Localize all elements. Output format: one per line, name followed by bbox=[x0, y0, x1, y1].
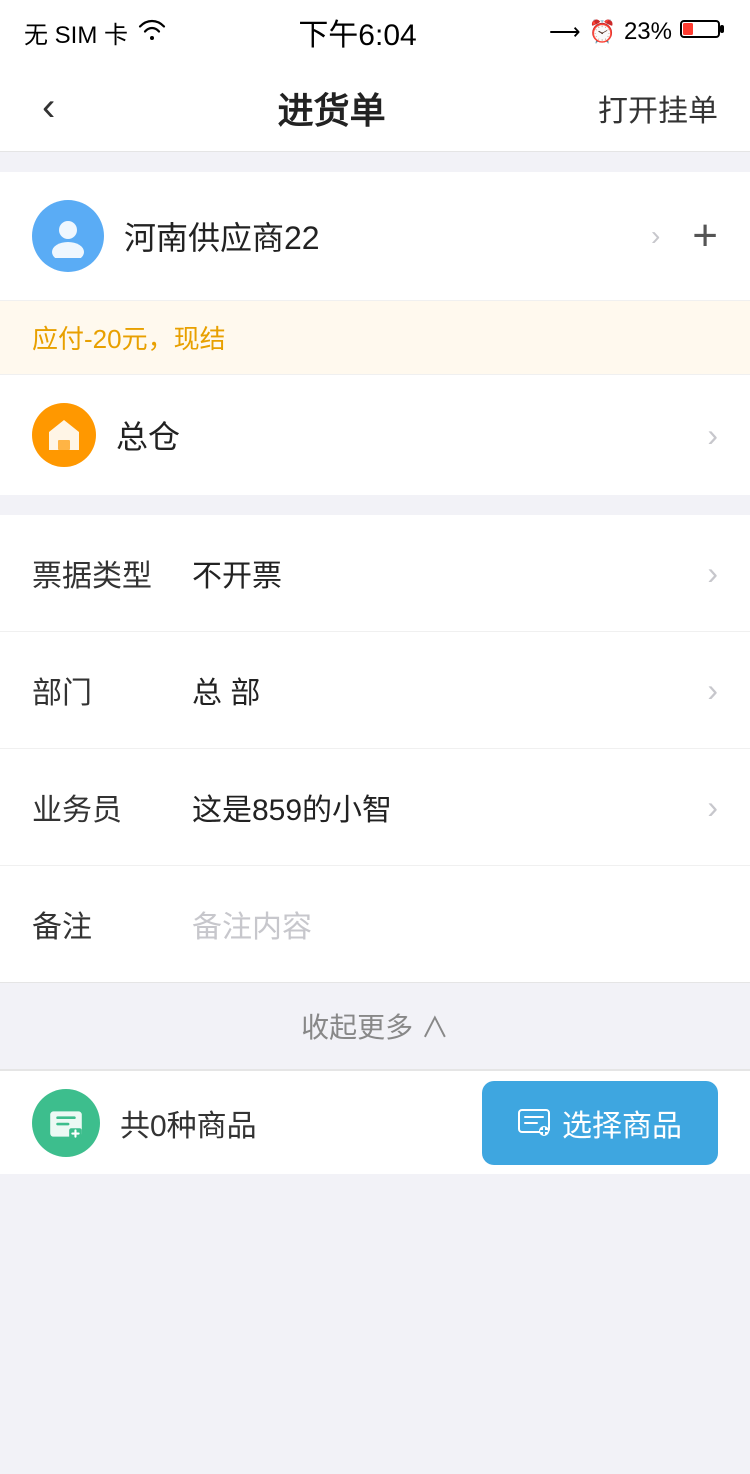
status-time: 下午6:04 bbox=[298, 10, 416, 54]
invoice-type-value: 不开票 bbox=[152, 551, 707, 595]
invoice-type-label: 票据类型 bbox=[32, 551, 152, 595]
battery-icon bbox=[680, 18, 726, 47]
section-gap-2 bbox=[0, 495, 750, 515]
warehouse-icon bbox=[32, 403, 96, 467]
supplier-row[interactable]: 河南供应商22 › + bbox=[0, 172, 750, 301]
department-row[interactable]: 部门 总 部 › bbox=[0, 632, 750, 749]
collapse-text: 收起更多 ∧ bbox=[301, 1006, 449, 1046]
warehouse-name: 总仓 bbox=[116, 412, 707, 458]
status-bar: 无 SIM 卡 下午6:04 ⟶ ⏰ 23% bbox=[0, 0, 750, 64]
salesperson-label: 业务员 bbox=[32, 785, 152, 829]
add-supplier-button[interactable]: + bbox=[692, 214, 718, 258]
bottom-bar: 共0种商品 选择商品 bbox=[0, 1070, 750, 1174]
empty-content-area bbox=[0, 1174, 750, 1474]
remark-row[interactable]: 备注 备注内容 bbox=[0, 866, 750, 982]
supplier-section: 河南供应商22 › + 应付-20元，现结 总仓 › bbox=[0, 172, 750, 495]
department-label: 部门 bbox=[32, 668, 152, 712]
page-title: 进货单 bbox=[278, 82, 386, 134]
notice-text: 应付-20元，现结 bbox=[32, 324, 226, 354]
supplier-avatar bbox=[32, 200, 104, 272]
supplier-chevron-icon: › bbox=[651, 220, 660, 252]
select-product-label: 选择商品 bbox=[562, 1101, 682, 1145]
collapse-button[interactable]: 收起更多 ∧ bbox=[0, 982, 750, 1070]
product-icon bbox=[32, 1089, 100, 1157]
remark-input[interactable]: 备注内容 bbox=[152, 902, 718, 946]
carrier-text: 无 SIM 卡 bbox=[24, 15, 128, 50]
status-right: ⟶ ⏰ 23% bbox=[549, 18, 726, 47]
remark-label: 备注 bbox=[32, 902, 152, 946]
warehouse-chevron-icon: › bbox=[707, 417, 718, 454]
wifi-icon bbox=[138, 18, 166, 47]
select-product-button[interactable]: 选择商品 bbox=[482, 1081, 718, 1165]
invoice-type-row[interactable]: 票据类型 不开票 › bbox=[0, 515, 750, 632]
back-button[interactable]: ‹ bbox=[32, 75, 65, 140]
alarm-icon: ⏰ bbox=[589, 19, 616, 45]
notice-bar: 应付-20元，现结 bbox=[0, 301, 750, 374]
location-icon: ⟶ bbox=[549, 19, 581, 45]
product-count-text: 共0种商品 bbox=[120, 1101, 482, 1145]
nav-bar: ‹ 进货单 打开挂单 bbox=[0, 64, 750, 152]
supplier-name: 河南供应商22 bbox=[124, 213, 651, 259]
warehouse-row[interactable]: 总仓 › bbox=[0, 374, 750, 495]
salesperson-chevron-icon: › bbox=[707, 789, 718, 826]
form-section: 票据类型 不开票 › 部门 总 部 › 业务员 这是859的小智 › 备注 备注… bbox=[0, 515, 750, 982]
battery-text: 23% bbox=[624, 18, 672, 46]
department-value: 总 部 bbox=[152, 668, 707, 712]
salesperson-value: 这是859的小智 bbox=[152, 785, 707, 829]
section-gap-1 bbox=[0, 152, 750, 172]
invoice-type-chevron-icon: › bbox=[707, 555, 718, 592]
salesperson-row[interactable]: 业务员 这是859的小智 › bbox=[0, 749, 750, 866]
open-pending-button[interactable]: 打开挂单 bbox=[598, 86, 718, 130]
status-left: 无 SIM 卡 bbox=[24, 15, 166, 50]
department-chevron-icon: › bbox=[707, 672, 718, 709]
